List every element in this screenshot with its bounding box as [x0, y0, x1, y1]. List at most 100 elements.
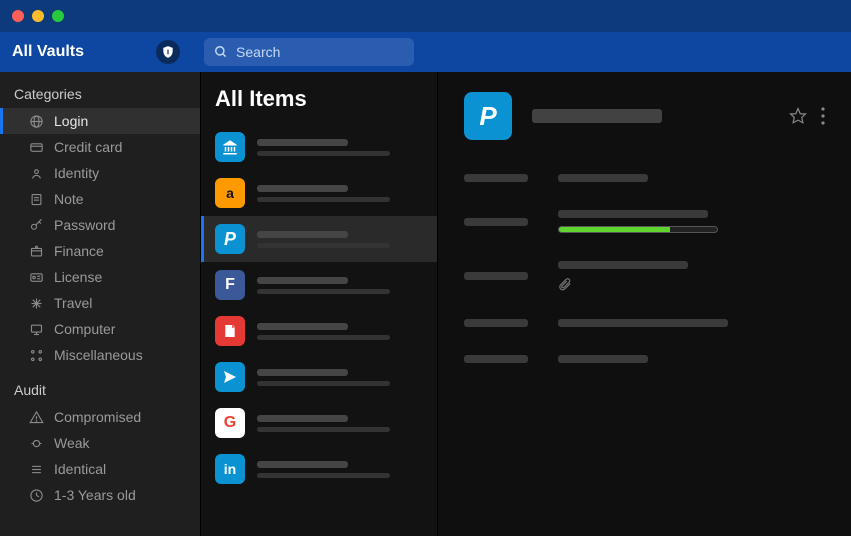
- more-icon[interactable]: [821, 107, 825, 125]
- warning-icon: [28, 409, 44, 425]
- list-item[interactable]: [201, 354, 437, 400]
- finance-icon: [28, 243, 44, 259]
- sidebar-category-identity[interactable]: Identity: [0, 160, 200, 186]
- detail-field-row: [464, 210, 825, 233]
- field-value[interactable]: [558, 261, 688, 269]
- sidebar-item-label: 1-3 Years old: [54, 487, 186, 503]
- sidebar-audit-compromised[interactable]: Compromised: [0, 404, 200, 430]
- field-label: [464, 218, 528, 226]
- sidebar-item-label: Weak: [54, 435, 186, 451]
- sidebar-item-label: Password: [54, 217, 186, 233]
- field-label: [464, 319, 528, 327]
- list-item[interactable]: a: [201, 170, 437, 216]
- sidebar: Categories Login Credit card Identity Note P…: [0, 72, 200, 536]
- search-box[interactable]: [204, 38, 414, 66]
- vault-shield-icon[interactable]: [156, 40, 180, 64]
- detail-item-title: [532, 109, 662, 123]
- list-item[interactable]: P: [201, 216, 437, 262]
- list-item-text: [257, 185, 423, 202]
- misc-icon: [28, 347, 44, 363]
- field-value[interactable]: [558, 210, 708, 218]
- field-label: [464, 272, 528, 280]
- list-item-icon: [215, 132, 245, 162]
- list-item-text: [257, 231, 423, 248]
- list-item[interactable]: [201, 308, 437, 354]
- globe-icon: [28, 113, 44, 129]
- sidebar-audit-1-3-years-old[interactable]: 1-3 Years old: [0, 482, 200, 508]
- note-icon: [28, 191, 44, 207]
- sidebar-item-label: Miscellaneous: [54, 347, 186, 363]
- sidebar-item-label: License: [54, 269, 186, 285]
- field-value[interactable]: [558, 355, 648, 363]
- list-item-icon: [215, 316, 245, 346]
- computer-icon: [28, 321, 44, 337]
- list-title: All Items: [201, 80, 437, 124]
- list-item[interactable]: F: [201, 262, 437, 308]
- sidebar-category-license[interactable]: License: [0, 264, 200, 290]
- detail-item-icon: P: [464, 92, 512, 140]
- license-icon: [28, 269, 44, 285]
- detail-field-row: [464, 261, 825, 291]
- detail-field-row: [464, 319, 825, 327]
- field-label: [464, 174, 528, 182]
- travel-icon: [28, 295, 44, 311]
- window-controls: [12, 10, 64, 22]
- audit-header: Audit: [0, 378, 200, 404]
- sidebar-category-login[interactable]: Login: [0, 108, 200, 134]
- sidebar-item-label: Credit card: [54, 139, 186, 155]
- field-value[interactable]: [558, 174, 648, 182]
- list-item-text: [257, 415, 423, 432]
- sidebar-item-label: Computer: [54, 321, 186, 337]
- close-window-button[interactable]: [12, 10, 24, 22]
- search-icon: [214, 45, 228, 59]
- list-item-icon: F: [215, 270, 245, 300]
- categories-header: Categories: [0, 82, 200, 108]
- list-item-text: [257, 461, 423, 478]
- sidebar-category-note[interactable]: Note: [0, 186, 200, 212]
- list-item-icon: in: [215, 454, 245, 484]
- weak-icon: [28, 435, 44, 451]
- list-item[interactable]: G: [201, 400, 437, 446]
- credit-card-icon: [28, 139, 44, 155]
- maximize-window-button[interactable]: [52, 10, 64, 22]
- search-input[interactable]: [236, 44, 404, 60]
- sidebar-item-label: Travel: [54, 295, 186, 311]
- identical-icon: [28, 461, 44, 477]
- detail-panel: P: [438, 72, 851, 536]
- sidebar-item-label: Finance: [54, 243, 186, 259]
- clock-icon: [28, 487, 44, 503]
- minimize-window-button[interactable]: [32, 10, 44, 22]
- list-item-text: [257, 369, 423, 386]
- list-item[interactable]: in: [201, 446, 437, 492]
- list-item-icon: [215, 362, 245, 392]
- key-icon: [28, 217, 44, 233]
- sidebar-category-credit-card[interactable]: Credit card: [0, 134, 200, 160]
- sidebar-category-computer[interactable]: Computer: [0, 316, 200, 342]
- toolbar: All Vaults: [0, 32, 851, 72]
- sidebar-item-label: Identical: [54, 461, 186, 477]
- field-value[interactable]: [558, 319, 728, 327]
- list-item-text: [257, 139, 423, 156]
- sidebar-category-travel[interactable]: Travel: [0, 290, 200, 316]
- sidebar-category-miscellaneous[interactable]: Miscellaneous: [0, 342, 200, 368]
- detail-field-row: [464, 355, 825, 363]
- sidebar-audit-identical[interactable]: Identical: [0, 456, 200, 482]
- list-item-icon: P: [215, 224, 245, 254]
- sidebar-item-label: Note: [54, 191, 186, 207]
- vault-selector[interactable]: All Vaults: [12, 43, 84, 61]
- favorite-icon[interactable]: [789, 107, 807, 125]
- list-item-icon: G: [215, 408, 245, 438]
- field-label: [464, 355, 528, 363]
- attachment-icon[interactable]: [558, 277, 688, 291]
- titlebar: [0, 0, 851, 32]
- sidebar-audit-weak[interactable]: Weak: [0, 430, 200, 456]
- sidebar-item-label: Login: [54, 113, 186, 129]
- list-item[interactable]: [201, 124, 437, 170]
- id-icon: [28, 165, 44, 181]
- sidebar-item-label: Compromised: [54, 409, 186, 425]
- sidebar-category-finance[interactable]: Finance: [0, 238, 200, 264]
- detail-field-row: [464, 174, 825, 182]
- sidebar-category-password[interactable]: Password: [0, 212, 200, 238]
- password-strength-bar: [558, 226, 718, 233]
- list-item-text: [257, 323, 423, 340]
